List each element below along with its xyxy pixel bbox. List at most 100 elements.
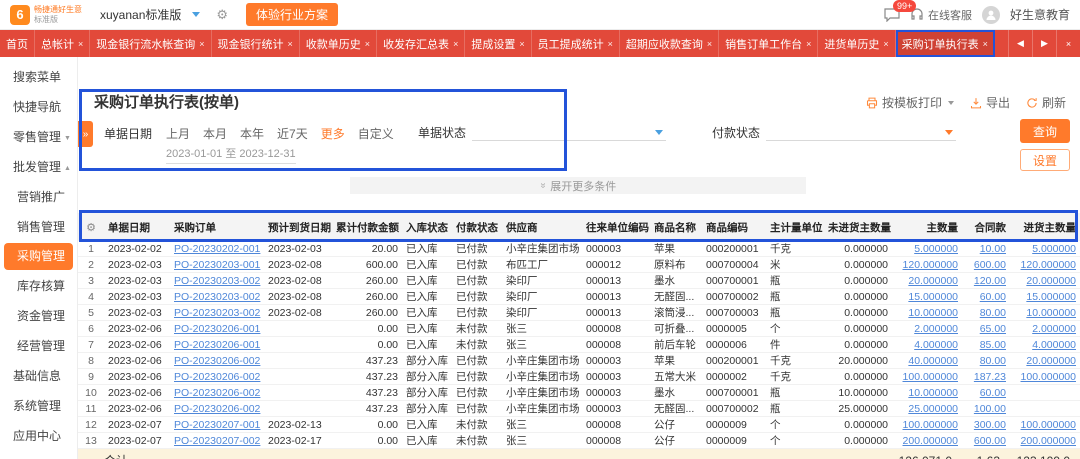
main-qty-link[interactable]: 10.000000: [908, 387, 958, 399]
purchase-qty-link[interactable]: 20.000000: [1026, 275, 1076, 287]
table-row[interactable]: 6 2023-02-06 PO-20230206-001 0.00 已入库 未付款 张三 00…: [78, 320, 1080, 337]
table-row[interactable]: 1 2023-02-02 PO-20230202-001 2023-02-03 20.0…: [78, 241, 1080, 257]
table-row[interactable]: 7 2023-02-06 PO-20230206-001 0.00 已入库 未付款 张三 00…: [78, 336, 1080, 353]
main-qty-link[interactable]: 100.000000: [903, 419, 958, 431]
tab-5[interactable]: 收发存汇总表 ×: [377, 30, 466, 57]
main-qty-link[interactable]: 4.000000: [914, 339, 958, 351]
contract-amount-link[interactable]: 80.00: [980, 307, 1006, 319]
contract-amount-link[interactable]: 80.00: [980, 355, 1006, 367]
tab-close-icon[interactable]: ×: [806, 39, 811, 49]
tab-10[interactable]: 进货单历史 ×: [818, 30, 896, 57]
purchase-qty-link[interactable]: 15.000000: [1026, 291, 1076, 303]
contract-amount-link[interactable]: 600.00: [974, 259, 1006, 271]
quick-option-last-month[interactable]: 上月: [166, 125, 190, 142]
tab-close-icon[interactable]: ×: [608, 39, 613, 49]
purchase-order-link[interactable]: PO-20230207-001: [174, 419, 260, 431]
table-row[interactable]: 11 2023-02-06 PO-20230206-002 437.23 部分入库 已付款…: [78, 400, 1080, 417]
table-row[interactable]: 5 2023-02-03 PO-20230203-002 2023-02-08 260.…: [78, 304, 1080, 321]
tab-9[interactable]: 销售订单工作台 ×: [719, 30, 819, 57]
tab-close-icon[interactable]: ×: [453, 39, 458, 49]
main-qty-link[interactable]: 20.000000: [908, 275, 958, 287]
table-row[interactable]: 8 2023-02-06 PO-20230206-002 437.23 部分入库 已付款小…: [78, 352, 1080, 369]
purchase-qty-link[interactable]: 120.000000: [1021, 259, 1076, 271]
purchase-qty-link[interactable]: 200.000000: [1021, 435, 1076, 447]
print-by-template-button[interactable]: 按模板打印: [866, 94, 954, 111]
payment-status-select[interactable]: [766, 123, 956, 141]
purchase-qty-link[interactable]: 5.000000: [1032, 243, 1076, 255]
online-service-button[interactable]: 在线客服: [910, 7, 972, 23]
purchase-order-link[interactable]: PO-20230206-001: [174, 339, 260, 351]
gear-icon[interactable]: ⚙: [86, 222, 96, 234]
tab-close-icon[interactable]: ×: [78, 39, 83, 49]
contract-amount-link[interactable]: 300.00: [974, 419, 1006, 431]
purchase-qty-link[interactable]: 10.000000: [1026, 307, 1076, 319]
tab-8[interactable]: 超期应收款查询 ×: [620, 30, 720, 57]
sidebar-item-营销推广[interactable]: 营销推广: [0, 182, 77, 212]
filter-collapse-toggle[interactable]: »: [78, 121, 93, 147]
main-qty-link[interactable]: 5.000000: [914, 243, 958, 255]
tab-0[interactable]: 首页: [0, 30, 35, 57]
table-row[interactable]: 2 2023-02-03 PO-20230203-001 2023-02-08 600.…: [78, 256, 1080, 273]
purchase-order-link[interactable]: PO-20230203-002: [174, 307, 260, 319]
contract-amount-link[interactable]: 10.00: [980, 243, 1006, 255]
tab-4[interactable]: 收款单历史 ×: [300, 30, 378, 57]
quick-option-this-month[interactable]: 本月: [203, 125, 227, 142]
tab-2[interactable]: 现金银行流水帐查询 ×: [90, 30, 212, 57]
chevron-down-icon[interactable]: [192, 12, 201, 17]
contract-amount-link[interactable]: 100.00: [974, 403, 1006, 415]
table-row[interactable]: 12 2023-02-07 PO-20230207-001 2023-02-13 0.0…: [78, 416, 1080, 433]
contract-amount-link[interactable]: 187.23: [974, 371, 1006, 383]
main-qty-link[interactable]: 2.000000: [914, 323, 958, 335]
prev-tab-icon[interactable]: ◀: [1008, 30, 1032, 57]
purchase-order-link[interactable]: PO-20230203-001: [174, 259, 260, 271]
table-row[interactable]: 10 2023-02-06 PO-20230206-002 437.23 部分入库 已付款…: [78, 384, 1080, 401]
purchase-qty-link[interactable]: 2.000000: [1032, 323, 1076, 335]
tab-6[interactable]: 提成设置 ×: [465, 30, 532, 57]
sidebar-item-基础信息[interactable]: 基础信息: [0, 361, 77, 391]
custom-option[interactable]: 自定义: [358, 125, 394, 142]
main-qty-link[interactable]: 10.000000: [908, 307, 958, 319]
tab-close-icon[interactable]: ×: [365, 39, 370, 49]
contract-amount-link[interactable]: 60.00: [980, 291, 1006, 303]
more-option[interactable]: 更多: [321, 125, 345, 142]
main-qty-link[interactable]: 40.000000: [908, 355, 958, 367]
tab-close-icon[interactable]: ×: [983, 39, 988, 49]
gear-icon[interactable]: ⚙: [216, 7, 228, 23]
messages-button[interactable]: 99+: [884, 0, 917, 22]
contract-amount-link[interactable]: 65.00: [980, 323, 1006, 335]
purchase-qty-link[interactable]: 4.000000: [1032, 339, 1076, 351]
table-row[interactable]: 13 2023-02-07 PO-20230207-002 2023-02-17 0.0…: [78, 432, 1080, 449]
sidebar-item-采购管理[interactable]: 采购管理: [4, 243, 73, 270]
account-name[interactable]: xuyanan标准版: [100, 6, 181, 23]
contract-amount-link[interactable]: 120.00: [974, 275, 1006, 287]
purchase-qty-link[interactable]: 100.000000: [1021, 419, 1076, 431]
sidebar-item-批发管理[interactable]: 批发管理 ▲: [0, 152, 77, 182]
sidebar-item-搜索菜单[interactable]: 搜索菜单: [0, 62, 77, 92]
purchase-order-link[interactable]: PO-20230206-002: [174, 403, 260, 415]
tab-close-icon[interactable]: ×: [199, 39, 204, 49]
date-range-value[interactable]: 2023-01-01 至 2023-12-31: [166, 145, 296, 164]
sidebar-item-系统管理[interactable]: 系统管理: [0, 391, 77, 421]
sidebar-item-快捷导航[interactable]: 快捷导航: [0, 92, 77, 122]
purchase-order-link[interactable]: PO-20230207-002: [174, 435, 260, 447]
main-qty-link[interactable]: 120.000000: [903, 259, 958, 271]
table-row[interactable]: 3 2023-02-03 PO-20230203-002 2023-02-08 260.…: [78, 272, 1080, 289]
expand-more-conditions[interactable]: » 展开更多条件: [350, 177, 806, 194]
tab-close-icon[interactable]: ×: [707, 39, 712, 49]
settings-button[interactable]: 设置: [1020, 149, 1070, 171]
trial-plan-button[interactable]: 体验行业方案: [246, 3, 339, 26]
sidebar-item-库存核算[interactable]: 库存核算: [0, 271, 77, 301]
sidebar-item-资金管理[interactable]: 资金管理: [0, 301, 77, 331]
contract-amount-link[interactable]: 85.00: [980, 339, 1006, 351]
doc-status-select[interactable]: [472, 123, 666, 141]
contract-amount-link[interactable]: 60.00: [980, 387, 1006, 399]
close-all-tabs-icon[interactable]: ×: [1056, 30, 1080, 57]
tab-7[interactable]: 员工提成统计 ×: [532, 30, 620, 57]
sidebar-item-销售管理[interactable]: 销售管理: [0, 212, 77, 242]
refresh-button[interactable]: 刷新: [1026, 94, 1066, 111]
purchase-order-link[interactable]: PO-20230206-002: [174, 355, 260, 367]
table-row[interactable]: 4 2023-02-03 PO-20230203-002 2023-02-08 260.…: [78, 288, 1080, 305]
avatar[interactable]: [981, 5, 1000, 24]
purchase-qty-link[interactable]: 100.000000: [1021, 371, 1076, 383]
tab-11[interactable]: 采购订单执行表 ×: [895, 30, 995, 57]
